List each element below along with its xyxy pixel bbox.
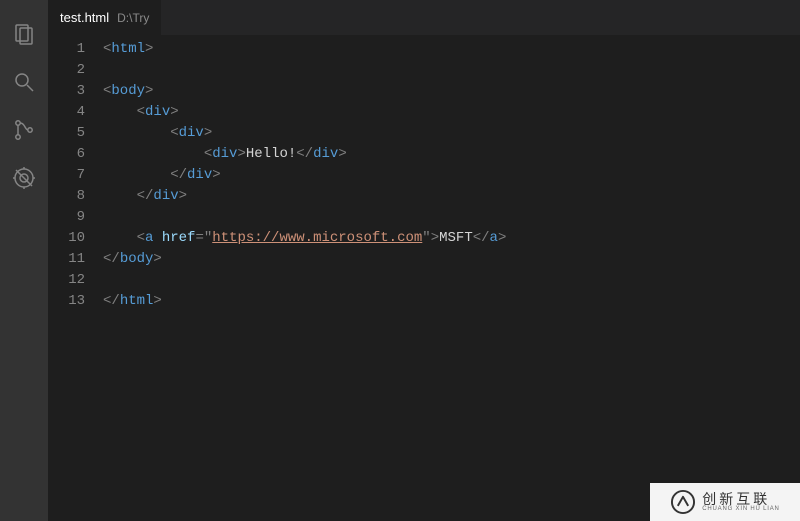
watermark-logo: 创新互联 CHUANG XIN HU LIAN <box>650 483 800 521</box>
line-number: 6 <box>48 144 85 165</box>
watermark-text-cn: 创新互联 <box>702 492 779 506</box>
watermark-icon <box>670 489 696 515</box>
activity-bar <box>0 0 48 521</box>
code-line <box>103 60 800 81</box>
source-control-icon[interactable] <box>0 106 48 154</box>
code-line: </html> <box>103 291 800 312</box>
line-number: 12 <box>48 270 85 291</box>
line-number: 3 <box>48 81 85 102</box>
line-number: 13 <box>48 291 85 312</box>
line-number: 7 <box>48 165 85 186</box>
code-line: <body> <box>103 81 800 102</box>
tab-bar: test.html D:\Try <box>48 0 800 35</box>
code-line: <html> <box>103 39 800 60</box>
search-icon[interactable] <box>0 58 48 106</box>
code-line: <a href="https://www.microsoft.com">MSFT… <box>103 228 800 249</box>
code-line <box>103 207 800 228</box>
line-number: 2 <box>48 60 85 81</box>
code-editor[interactable]: 1 2 3 4 5 6 7 8 9 10 11 12 13 <html> <box>48 35 800 521</box>
line-number-gutter: 1 2 3 4 5 6 7 8 9 10 11 12 13 <box>48 39 103 521</box>
code-line: <div> <box>103 102 800 123</box>
line-number: 5 <box>48 123 85 144</box>
line-number: 1 <box>48 39 85 60</box>
code-content[interactable]: <html> <body> <div> <div> <div>Hello!</d… <box>103 39 800 521</box>
line-number: 9 <box>48 207 85 228</box>
code-line: </div> <box>103 186 800 207</box>
code-line: </div> <box>103 165 800 186</box>
tab-path: D:\Try <box>117 11 149 25</box>
code-line: </body> <box>103 249 800 270</box>
line-number: 11 <box>48 249 85 270</box>
explorer-icon[interactable] <box>0 10 48 58</box>
tab-filename: test.html <box>60 10 109 25</box>
code-line <box>103 270 800 291</box>
line-number: 4 <box>48 102 85 123</box>
code-line: <div> <box>103 123 800 144</box>
debug-icon[interactable] <box>0 154 48 202</box>
app-root: test.html D:\Try 1 2 3 4 5 6 7 8 9 10 11… <box>0 0 800 521</box>
line-number: 8 <box>48 186 85 207</box>
line-number: 10 <box>48 228 85 249</box>
editor-main: test.html D:\Try 1 2 3 4 5 6 7 8 9 10 11… <box>48 0 800 521</box>
tab-test-html[interactable]: test.html D:\Try <box>48 0 161 35</box>
watermark-text-en: CHUANG XIN HU LIAN <box>702 506 779 512</box>
code-line: <div>Hello!</div> <box>103 144 800 165</box>
